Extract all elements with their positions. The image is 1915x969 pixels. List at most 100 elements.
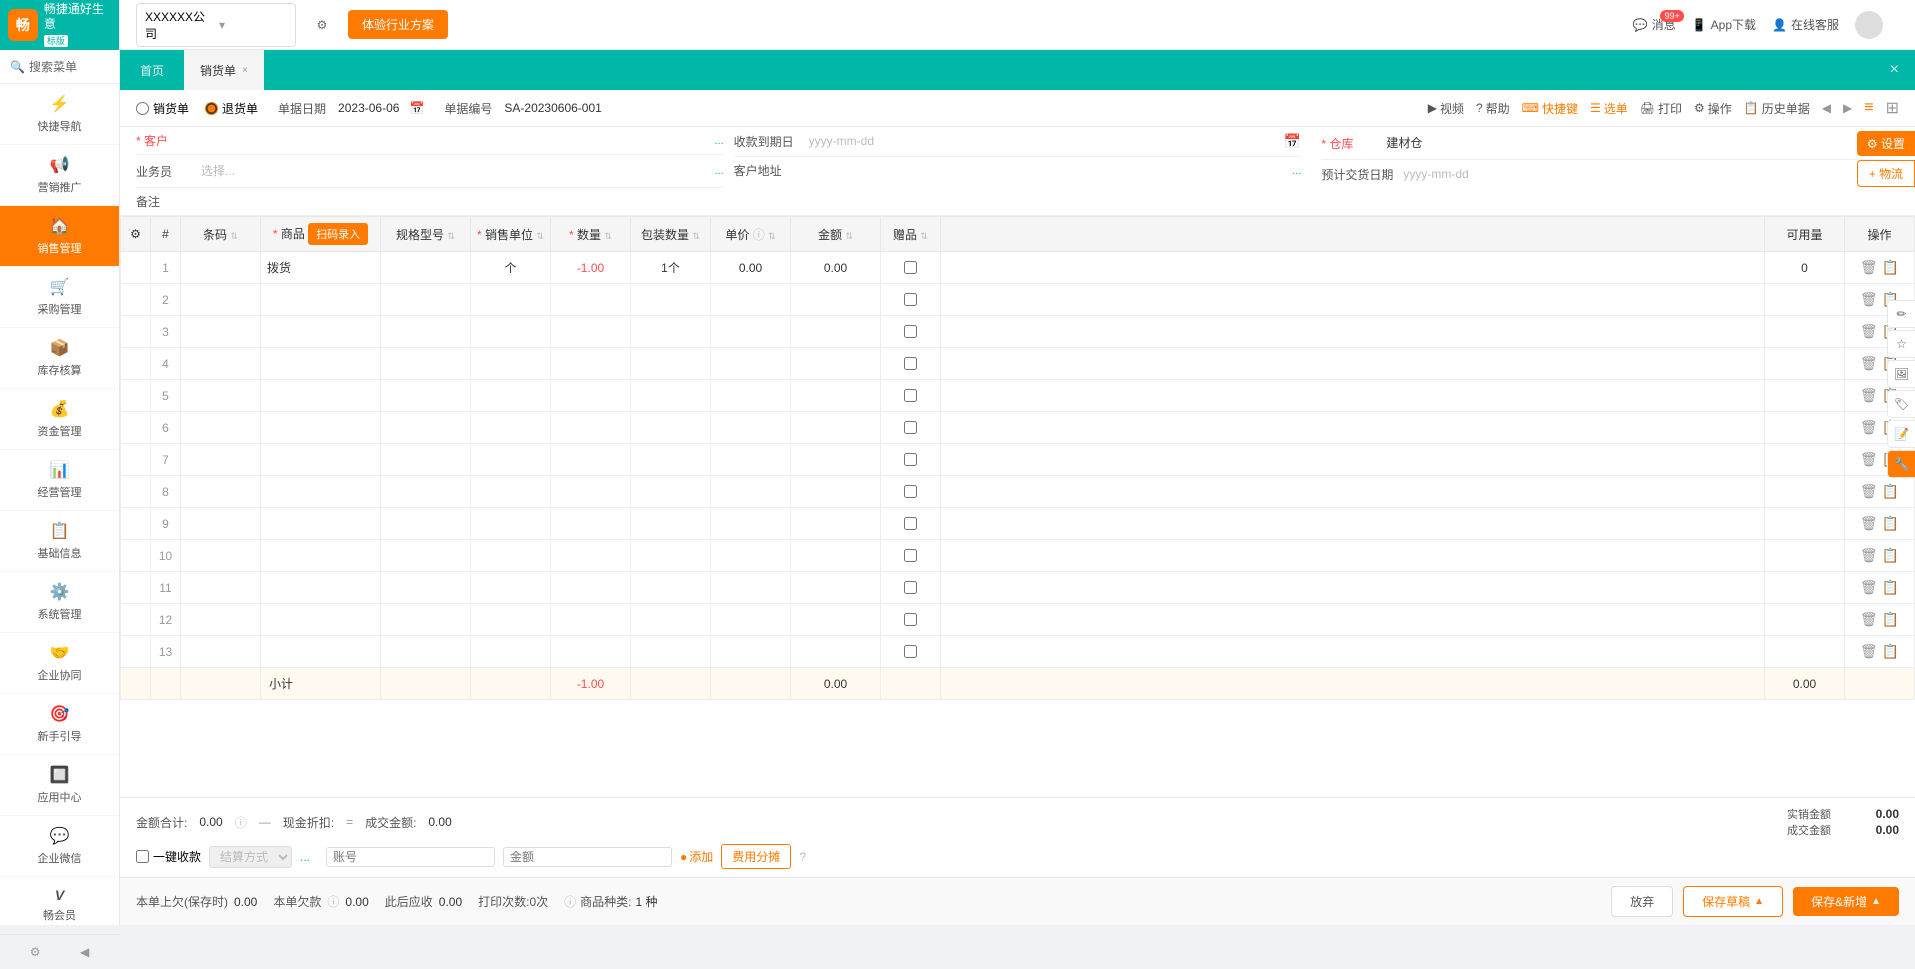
unit-sort-icon[interactable]: ⇅ (536, 231, 544, 241)
view-list-icon[interactable]: ≡ (1864, 99, 1873, 117)
sidebar-settings-icon[interactable]: ⚙ (30, 945, 41, 959)
right-panel-edit[interactable]: ✏ (1887, 300, 1915, 328)
nav-next-icon[interactable]: ▶ (1843, 101, 1852, 115)
delete-row-btn[interactable]: 🗑 (1860, 355, 1878, 372)
price-info-icon[interactable]: ⓘ (753, 228, 765, 242)
topbar-settings-btn[interactable]: ⚙ (308, 11, 336, 39)
info-icon[interactable]: ⓘ (235, 814, 247, 831)
filter-btn[interactable]: ☰ 选单 (1590, 100, 1628, 117)
payment-amount-input[interactable] (503, 847, 672, 867)
delete-row-btn[interactable]: 🗑 (1860, 323, 1878, 340)
copy-row-btn[interactable]: 📋 (1882, 515, 1899, 532)
right-panel-tag[interactable]: 🏷 (1887, 390, 1915, 418)
sidebar-item-finance[interactable]: 💰 资金管理 (0, 389, 119, 450)
delete-row-btn[interactable]: 🗑 (1860, 387, 1878, 404)
delete-row-btn[interactable]: 🗑 (1860, 547, 1878, 564)
note-value[interactable] (197, 199, 724, 204)
right-panel-image[interactable]: 🖼 (1887, 360, 1915, 388)
due-date-calendar-icon[interactable]: 📅 (1284, 133, 1301, 150)
copy-row-btn[interactable]: 📋 (1882, 259, 1899, 276)
tab-sales-order[interactable]: 销货单 × (184, 50, 264, 90)
due-date-value[interactable]: yyyy-mm-dd (805, 132, 1276, 151)
right-panel-tool[interactable]: 🔧 (1887, 450, 1915, 478)
tab-home[interactable]: 首页 (120, 50, 184, 90)
video-btn[interactable]: ▶ 视频 (1428, 100, 1464, 117)
col-settings[interactable]: ⚙ (121, 217, 151, 252)
sidebar-collapse-icon[interactable]: ◀ (80, 945, 89, 959)
sidebar-item-apps[interactable]: 🔲 应用中心 (0, 755, 119, 816)
qty-sort-icon[interactable]: ⇅ (604, 231, 612, 241)
payment-help-icon[interactable]: ? (799, 850, 806, 864)
salesperson-value[interactable]: 选择... (197, 160, 706, 182)
help-btn[interactable]: ? 帮助 (1476, 100, 1510, 117)
sidebar-item-wechat[interactable]: 💬 企业微信 (0, 816, 119, 877)
pay-method-dots[interactable]: ... (300, 850, 310, 864)
copy-row-btn[interactable]: 📋 (1882, 483, 1899, 500)
copy-row-btn[interactable]: 📋 (1882, 579, 1899, 596)
price-sort-icon[interactable]: ⇅ (768, 231, 776, 241)
delete-row-btn[interactable]: 🗑 (1860, 451, 1878, 468)
delete-row-btn[interactable]: 🗑 (1860, 515, 1878, 532)
sidebar-item-member[interactable]: V 畅会员 (0, 877, 119, 934)
copy-row-btn[interactable]: 📋 (1882, 643, 1899, 660)
service-btn[interactable]: 👤 在线客服 (1772, 16, 1839, 33)
barcode-sort-icon[interactable]: ⇅ (230, 231, 238, 241)
pay-method-select[interactable]: 结算方式 (209, 846, 292, 868)
delete-row-btn[interactable]: 🗑 (1860, 259, 1878, 276)
sidebar-item-operations[interactable]: 📊 经营管理 (0, 450, 119, 511)
view-grid-icon[interactable]: ⊞ (1886, 98, 1899, 118)
sidebar-item-inventory[interactable]: 📦 库存核算 (0, 328, 119, 389)
copy-row-btn[interactable]: 📋 (1882, 611, 1899, 628)
shortcut-btn[interactable]: ⌨ 快捷键 (1522, 100, 1578, 117)
delivery-date-value[interactable]: yyyy-mm-dd (1399, 165, 1863, 184)
calendar-icon[interactable]: 📅 (409, 101, 424, 115)
amount-sort-icon[interactable]: ⇅ (845, 231, 853, 241)
delete-row-btn[interactable]: 🗑 (1860, 291, 1878, 308)
trial-btn[interactable]: 体验行业方案 (348, 10, 448, 39)
gift-sort-icon[interactable]: ⇅ (920, 231, 928, 241)
sidebar-item-marketing[interactable]: 📢 营销推广 (0, 145, 119, 206)
settings-btn[interactable]: ⚙ 设置 (1857, 131, 1915, 156)
sidebar-item-sales[interactable]: 🏠 销售管理 (0, 206, 119, 267)
save-new-btn[interactable]: 保存&新增 ▲ (1793, 887, 1899, 916)
return-order-radio[interactable]: 退货单 (205, 100, 258, 117)
message-btn[interactable]: 💬 消息 99+ (1633, 16, 1676, 33)
pkg-sort-icon[interactable]: ⇅ (692, 231, 700, 241)
scan-barcode-btn[interactable]: 扫码录入 (308, 223, 368, 245)
customer-addr-action-icon[interactable]: ... (1292, 165, 1301, 177)
user-avatar[interactable] (1855, 11, 1883, 39)
right-panel-star[interactable]: ☆ (1887, 330, 1915, 358)
delete-row-btn[interactable]: 🗑 (1860, 611, 1878, 628)
company-selector[interactable]: XXXXXX公司 ▾ (136, 3, 296, 47)
logistics-btn[interactable]: + 物流 (1857, 160, 1915, 187)
app-download-btn[interactable]: 📱 App下载 (1692, 16, 1756, 33)
tab-close-icon[interactable]: × (242, 65, 248, 76)
sales-order-radio[interactable]: 销货单 (136, 100, 189, 117)
close-all-tabs-btn[interactable]: × (1874, 61, 1915, 79)
history-btn[interactable]: 📋 历史单据 (1744, 100, 1810, 117)
delete-row-btn[interactable]: 🗑 (1860, 483, 1878, 500)
customer-action-icon[interactable]: ... (714, 135, 723, 147)
right-panel-note[interactable]: 📝 (1887, 420, 1915, 448)
save-draft-btn[interactable]: 保存草稿 ▲ (1683, 886, 1783, 917)
sidebar-item-system[interactable]: ⚙️ 系统管理 (0, 572, 119, 633)
delete-row-btn[interactable]: 🗑 (1860, 419, 1878, 436)
customer-addr-value[interactable] (795, 168, 1285, 173)
account-input[interactable] (326, 847, 495, 867)
sidebar-search[interactable]: 🔍 搜索菜单 (0, 50, 119, 84)
spec-sort-icon[interactable]: ⇅ (447, 231, 455, 241)
copy-row-btn[interactable]: 📋 (1882, 547, 1899, 564)
sidebar-item-enterprise[interactable]: 🤝 企业协同 (0, 633, 119, 694)
delete-row-btn[interactable]: 🗑 (1860, 643, 1878, 660)
operate-btn[interactable]: ⚙ 操作 (1694, 100, 1732, 117)
add-payment-btn[interactable]: ● 添加 (680, 848, 713, 865)
print-btn[interactable]: 🖨 打印 (1640, 100, 1682, 117)
one-click-pay-checkbox[interactable]: 一键收款 (136, 848, 201, 865)
salesperson-action-icon[interactable]: ... (714, 165, 723, 177)
sidebar-item-quicknav[interactable]: ⚡ 快捷导航 (0, 84, 119, 145)
nav-prev-icon[interactable]: ◀ (1822, 101, 1831, 115)
customer-value[interactable] (197, 138, 706, 143)
abandon-btn[interactable]: 放弃 (1611, 886, 1673, 917)
delete-row-btn[interactable]: 🗑 (1860, 579, 1878, 596)
warehouse-value[interactable]: 建材仓 (1382, 132, 1872, 154)
